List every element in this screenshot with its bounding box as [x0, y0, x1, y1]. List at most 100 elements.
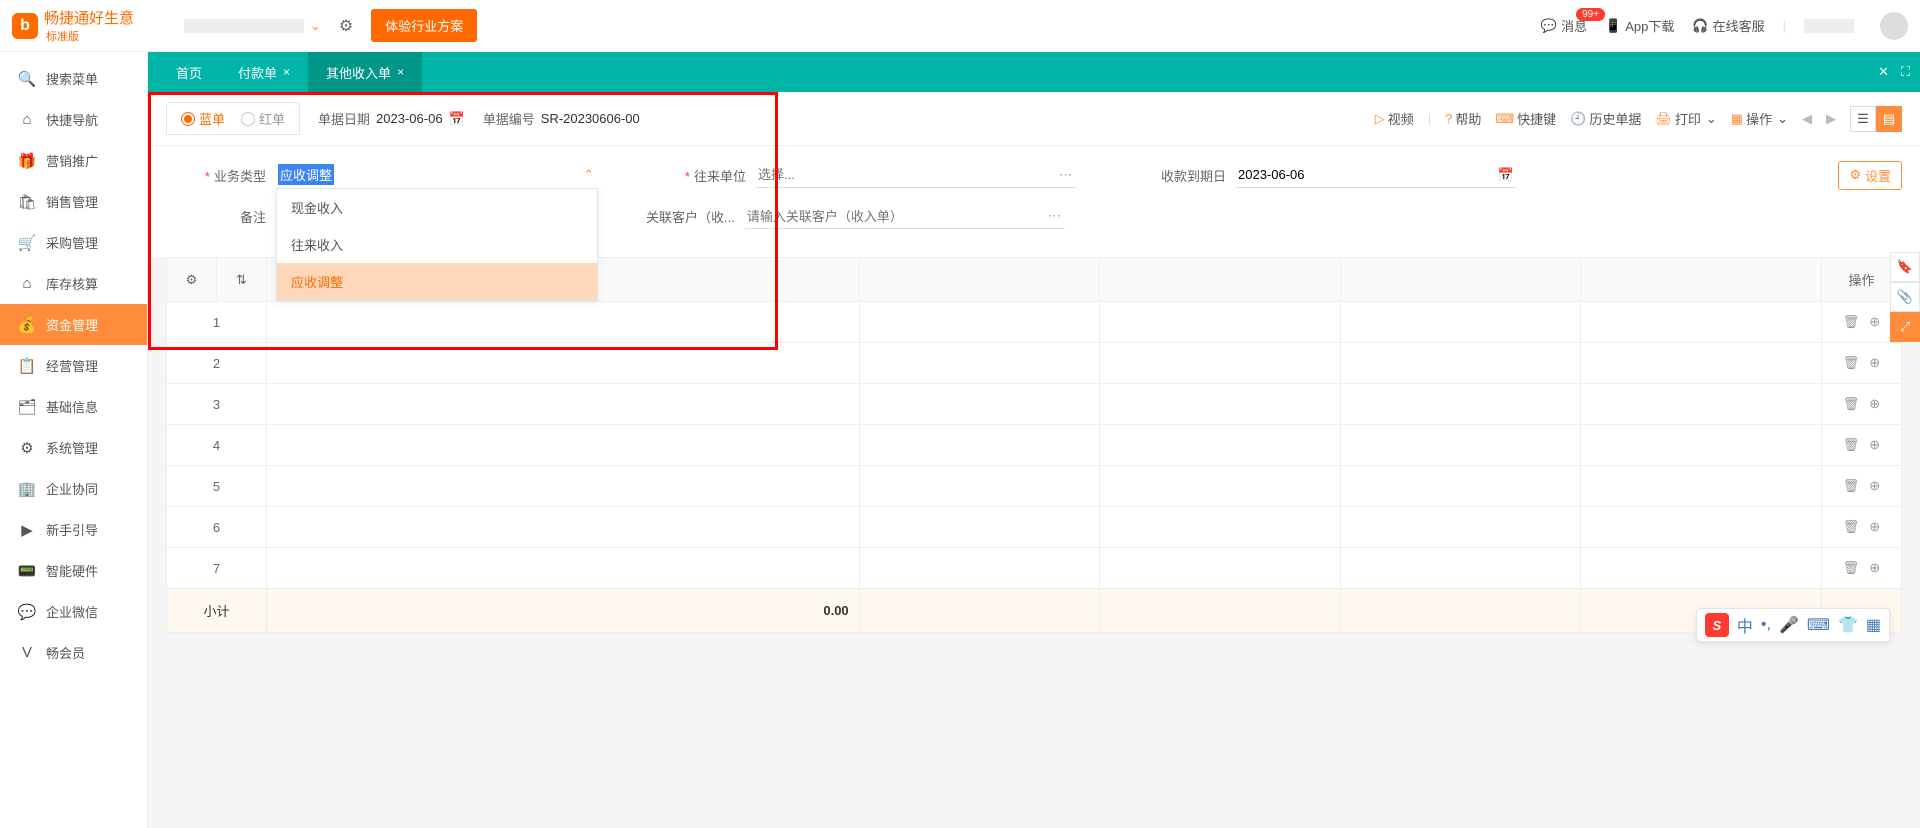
- ime-skin-icon[interactable]: 👕: [1838, 615, 1858, 635]
- sidebar-item[interactable]: 🏢企业协同: [0, 468, 147, 509]
- dropdown-option[interactable]: 应收调整: [277, 263, 597, 300]
- delete-row-icon[interactable]: 🗑: [1843, 560, 1860, 576]
- sidebar-item[interactable]: 🗂基础信息: [0, 386, 147, 427]
- sidebar-item[interactable]: ⌂快捷导航: [0, 99, 147, 140]
- messages-link[interactable]: 💬 消息 99+: [1541, 16, 1587, 35]
- copy-row-icon[interactable]: ⊕: [1869, 478, 1880, 494]
- sidebar-item[interactable]: 🛒采购管理: [0, 222, 147, 263]
- biz-type-field: *业务类型 应收调整 ⌃ 现金收入往来收入应收调整: [166, 160, 596, 190]
- sidebar-item[interactable]: 🔍搜索菜单: [0, 58, 147, 99]
- sidebar-item[interactable]: 💰资金管理: [0, 304, 147, 345]
- video-button[interactable]: ▷视频: [1375, 109, 1414, 128]
- sidebar-item[interactable]: ⌂库存核算: [0, 263, 147, 304]
- ime-keyboard-icon[interactable]: ⌨: [1807, 615, 1830, 635]
- sidebar-item[interactable]: 🎁营销推广: [0, 140, 147, 181]
- float-tab-attach[interactable]: 📎: [1890, 282, 1920, 312]
- help-button[interactable]: ?帮助: [1445, 109, 1481, 128]
- table-row[interactable]: 2🗑⊕: [167, 343, 1902, 384]
- rel-customer-input-field[interactable]: [747, 209, 1048, 224]
- keyboard-icon: ⌨: [1495, 111, 1514, 127]
- print-button[interactable]: 🖨打印⌄: [1655, 109, 1716, 128]
- history-button[interactable]: 🕘历史单据: [1570, 109, 1641, 128]
- gear-icon: ⚙: [186, 272, 198, 287]
- more-icon[interactable]: ⋯: [1048, 208, 1063, 224]
- sidebar-item[interactable]: V畅会员: [0, 632, 147, 673]
- view-card-button[interactable]: ▤: [1876, 106, 1902, 132]
- tab-close-icon[interactable]: ×: [397, 65, 404, 79]
- shortcut-button[interactable]: ⌨快捷键: [1495, 109, 1556, 128]
- delete-row-icon[interactable]: 🗑: [1843, 355, 1860, 371]
- tab-label: 付款单: [238, 63, 277, 82]
- due-date-value[interactable]: [1238, 167, 1498, 182]
- tab-expand-icon[interactable]: ⛶: [1901, 64, 1910, 80]
- more-icon[interactable]: ⋯: [1059, 167, 1074, 183]
- gear-icon[interactable]: ⚙: [339, 16, 353, 36]
- delete-row-icon[interactable]: 🗑: [1843, 478, 1860, 494]
- copy-row-icon[interactable]: ⊕: [1869, 314, 1880, 330]
- table-row[interactable]: 4 🗑 ⊕: [167, 425, 1902, 466]
- copy-row-icon[interactable]: ⊕: [1869, 519, 1880, 535]
- table-row[interactable]: 1🗑⊕: [167, 302, 1902, 343]
- ime-punct-icon[interactable]: •,: [1761, 616, 1771, 634]
- table-row[interactable]: 3🗑⊕: [167, 384, 1902, 425]
- partner-input-field[interactable]: [758, 167, 1059, 182]
- due-date-input[interactable]: 📅: [1236, 163, 1516, 188]
- sidebar-item[interactable]: 💬企业微信: [0, 591, 147, 632]
- sort-col-header[interactable]: ⇅: [217, 258, 267, 302]
- sidebar-item[interactable]: ▶新手引导: [0, 509, 147, 550]
- sidebar-item[interactable]: 📋经营管理: [0, 345, 147, 386]
- dropdown-option[interactable]: 现金收入: [277, 189, 597, 226]
- float-tab-expand[interactable]: ⤢: [1890, 312, 1920, 342]
- app-download-link[interactable]: 📱 App下载: [1605, 16, 1674, 35]
- ime-menu-icon[interactable]: ▦: [1866, 615, 1881, 635]
- avatar[interactable]: [1880, 12, 1908, 40]
- row-index: 4: [167, 425, 267, 466]
- copy-row-icon[interactable]: ⊕: [1869, 560, 1880, 576]
- copy-row-icon[interactable]: ⊕: [1869, 355, 1880, 371]
- partner-field: *往来单位 ⋯: [646, 163, 1076, 188]
- support-link[interactable]: 🎧 在线客服: [1692, 16, 1764, 35]
- settings-button[interactable]: ⚙ 设置: [1838, 161, 1902, 190]
- page-tab[interactable]: 其他收入单×: [308, 52, 422, 92]
- delete-row-icon[interactable]: 🗑: [1843, 437, 1860, 453]
- page-tab[interactable]: 首页: [158, 52, 220, 92]
- calendar-icon[interactable]: 📅: [449, 111, 465, 127]
- calendar-icon[interactable]: 📅: [1498, 167, 1514, 183]
- table-row[interactable]: 6🗑⊕: [167, 507, 1902, 548]
- table-row[interactable]: 5🗑⊕: [167, 466, 1902, 507]
- copy-row-icon[interactable]: ⊕: [1869, 396, 1880, 412]
- org-selector[interactable]: ⌄: [184, 18, 321, 34]
- copy-row-icon[interactable]: ⊕: [1869, 437, 1880, 453]
- float-tab-tag[interactable]: 🔖: [1890, 252, 1920, 282]
- next-icon[interactable]: ▶: [1826, 111, 1836, 127]
- sidebar-item[interactable]: ⚙系统管理: [0, 427, 147, 468]
- main-area: 首页付款单×其他收入单× ✕ ⛶ 蓝单 红单 单据日期 2023-06-06 📅…: [148, 52, 1920, 828]
- settings-col-header[interactable]: ⚙: [167, 258, 217, 302]
- partner-input[interactable]: ⋯: [756, 163, 1076, 188]
- delete-row-icon[interactable]: 🗑: [1843, 396, 1860, 412]
- table-row[interactable]: 7🗑⊕: [167, 548, 1902, 589]
- dropdown-option[interactable]: 往来收入: [277, 226, 597, 263]
- subtotal-amount: 0.00: [267, 589, 860, 633]
- sidebar-item-label: 销售管理: [46, 192, 98, 211]
- rel-customer-input[interactable]: ⋯: [745, 204, 1065, 229]
- delete-row-icon[interactable]: 🗑: [1843, 519, 1860, 535]
- delete-row-icon[interactable]: 🗑: [1843, 314, 1860, 330]
- radio-red[interactable]: 红单: [241, 109, 285, 128]
- ime-toolbar[interactable]: S 中 •, 🎤 ⌨ 👕 ▦: [1696, 608, 1890, 642]
- tab-close-icon[interactable]: ×: [283, 65, 290, 79]
- tab-close-icon[interactable]: ✕: [1878, 64, 1889, 80]
- ime-mic-icon[interactable]: 🎤: [1779, 615, 1799, 635]
- trial-button[interactable]: 体验行业方案: [371, 9, 477, 42]
- biz-type-input[interactable]: 应收调整 ⌃ 现金收入往来收入应收调整: [276, 160, 596, 190]
- actions-button[interactable]: ▦操作⌄: [1731, 109, 1788, 128]
- radio-blue[interactable]: 蓝单: [181, 109, 225, 128]
- sidebar-item[interactable]: 📟智能硬件: [0, 550, 147, 591]
- page-tab[interactable]: 付款单 ×: [220, 52, 308, 92]
- view-list-button[interactable]: ☰: [1850, 106, 1876, 132]
- col-header: [1581, 258, 1822, 302]
- prev-icon[interactable]: ◀: [1802, 111, 1812, 127]
- user-name-placeholder: [1804, 19, 1854, 33]
- ime-lang[interactable]: 中: [1737, 613, 1753, 637]
- sidebar-item[interactable]: 🛍销售管理: [0, 181, 147, 222]
